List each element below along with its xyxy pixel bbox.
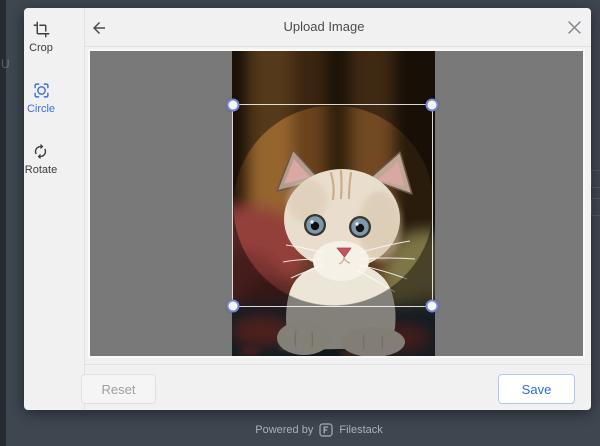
tool-crop[interactable]: Crop: [29, 21, 53, 54]
reset-button[interactable]: Reset: [81, 374, 156, 404]
crop-handle-ne[interactable]: [426, 99, 439, 112]
modal-footer: Reset Save: [85, 364, 591, 411]
background-clipped-text: Up: [1, 57, 10, 71]
brand-name: Filestack: [339, 424, 382, 436]
tool-label: Rotate: [25, 164, 57, 176]
rotate-icon: [32, 143, 49, 160]
close-button[interactable]: [565, 18, 583, 36]
filestack-logo-icon: [319, 423, 333, 437]
crop-icon: [33, 21, 50, 38]
crop-selection[interactable]: [232, 104, 433, 307]
powered-by-footer: Powered by Filestack: [38, 423, 600, 437]
tool-label: Circle: [27, 103, 55, 115]
tool-rotate[interactable]: Rotate: [25, 143, 57, 176]
photo-kitten: [232, 51, 435, 356]
page: Up Powered by Filestack Crop: [0, 0, 600, 446]
crop-handle-sw[interactable]: [227, 300, 240, 313]
tool-label: Crop: [29, 42, 53, 54]
upload-image-modal: Crop Circle: [24, 8, 591, 410]
circle-crop-icon: [33, 82, 50, 99]
tool-circle[interactable]: Circle: [27, 82, 55, 115]
edit-canvas: [88, 49, 585, 358]
background-faint-shape: [591, 198, 600, 216]
modal-title: Upload Image: [85, 8, 563, 46]
crop-handle-se[interactable]: [426, 300, 439, 313]
save-button[interactable]: Save: [498, 374, 575, 404]
background-faint-shape: [591, 170, 600, 188]
tool-sidebar: Crop Circle: [24, 8, 58, 410]
powered-by-text: Powered by: [255, 424, 313, 436]
modal-header: Upload Image: [85, 8, 591, 47]
close-x-icon: [567, 20, 582, 35]
crop-handle-nw[interactable]: [227, 99, 240, 112]
modal-pane: Upload Image: [84, 8, 591, 410]
